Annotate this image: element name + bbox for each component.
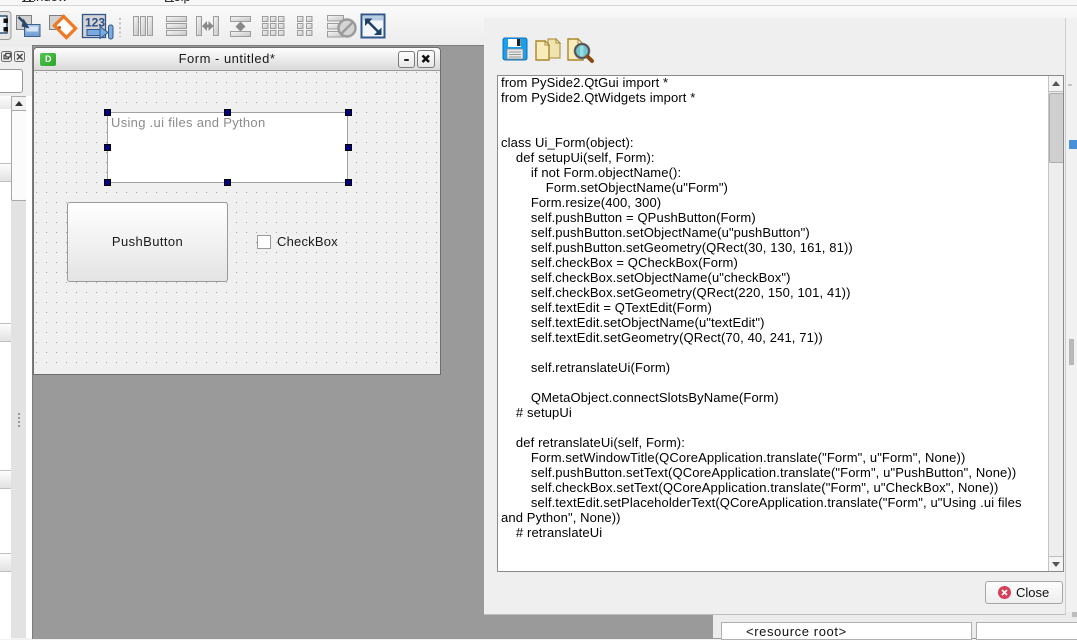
svg-text:123: 123 [85,16,105,30]
